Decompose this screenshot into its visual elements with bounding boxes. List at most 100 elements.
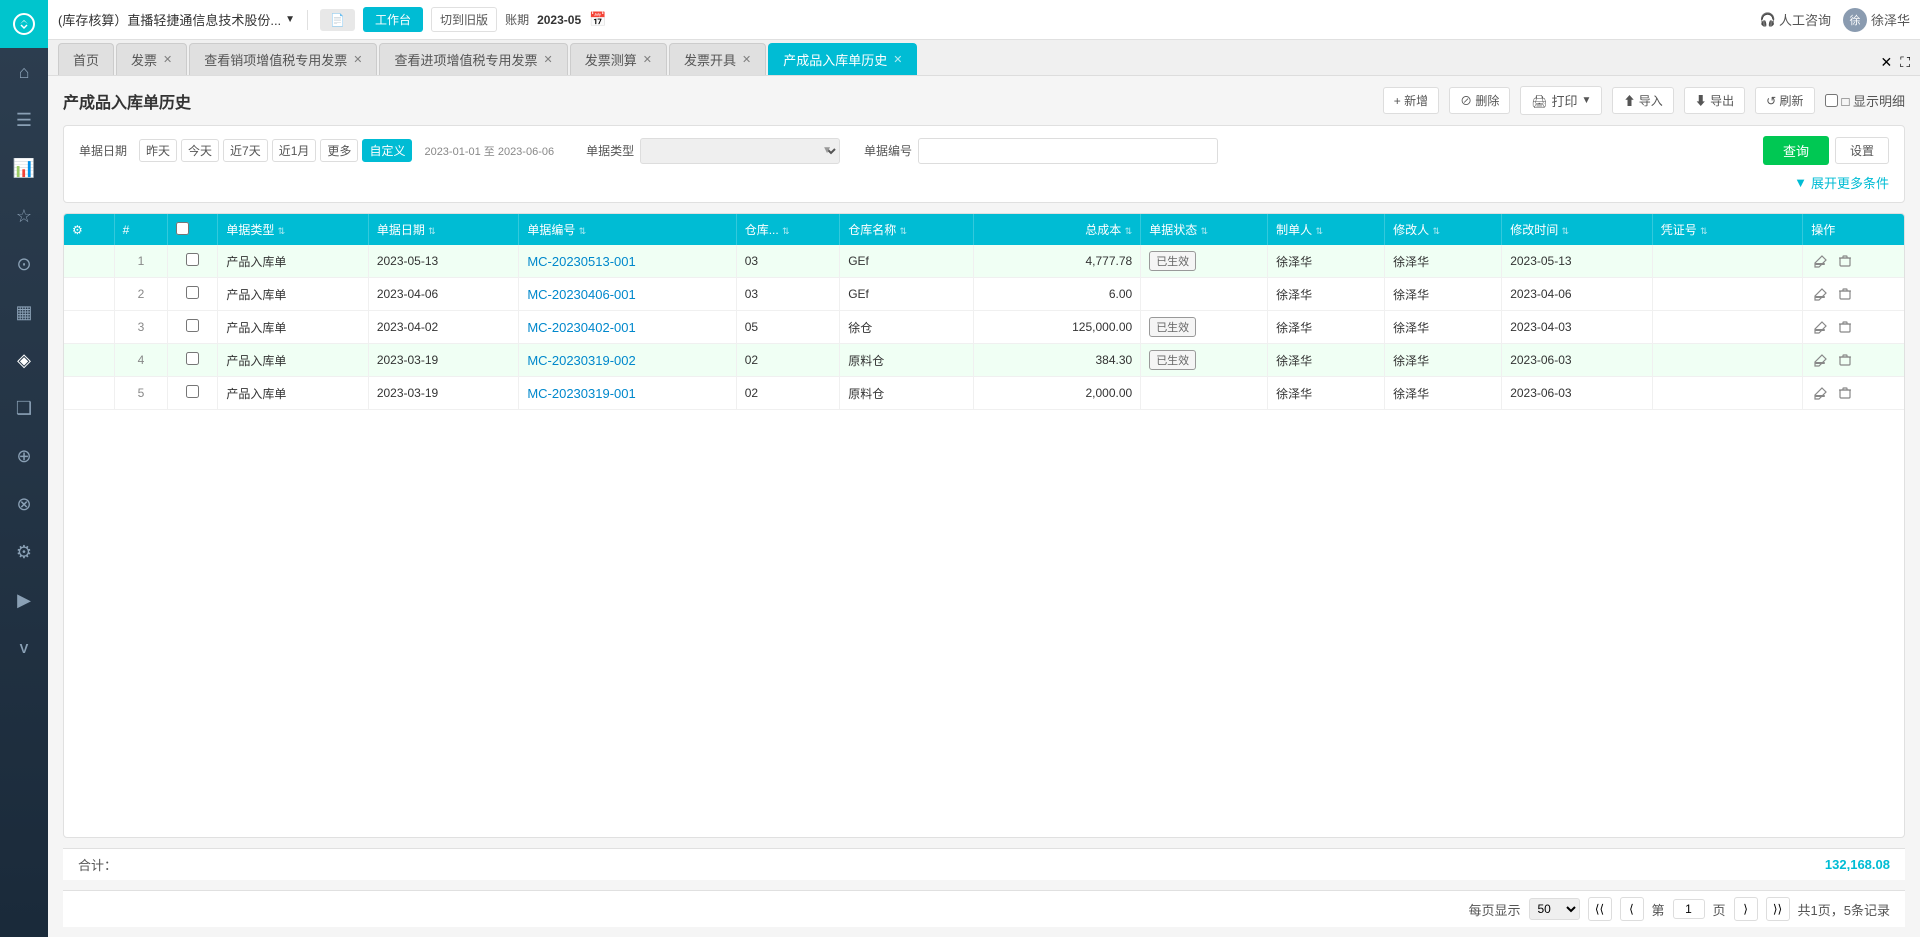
delete-icon[interactable] — [1835, 350, 1855, 370]
th-creator[interactable]: 制单人 ⇅ — [1268, 214, 1385, 245]
tab-calc[interactable]: 发票测算 ✕ — [570, 43, 667, 75]
tab-sales-invoice[interactable]: 查看销项增值税专用发票 ✕ — [189, 43, 377, 75]
code-link[interactable]: MC-20230402-001 — [527, 320, 635, 335]
cell-code[interactable]: MC-20230319-001 — [519, 377, 736, 410]
export-btn[interactable]: ⬇ 导出 — [1684, 87, 1745, 114]
delete-icon[interactable] — [1835, 317, 1855, 337]
prev-page-btn[interactable]: ⟨ — [1620, 897, 1644, 921]
cell-check[interactable] — [168, 377, 218, 410]
cell-code[interactable]: MC-20230319-002 — [519, 344, 736, 377]
code-input[interactable] — [918, 138, 1218, 164]
cell-check[interactable] — [168, 245, 218, 278]
tab-issue[interactable]: 发票开具 ✕ — [669, 43, 766, 75]
display-detail[interactable]: □ 显示明细 — [1825, 91, 1905, 110]
user-info[interactable]: 徐 徐泽华 — [1843, 8, 1910, 32]
edit-icon[interactable] — [1811, 317, 1831, 337]
first-page-btn[interactable]: ⟨⟨ — [1588, 897, 1612, 921]
delete-icon[interactable] — [1835, 251, 1855, 271]
sidebar-item-version[interactable]: V — [0, 624, 48, 672]
sidebar-item-chart[interactable]: 📊 — [0, 144, 48, 192]
th-voucher[interactable]: 凭证号 ⇅ — [1652, 214, 1803, 245]
th-code[interactable]: 单据编号 ⇅ — [519, 214, 736, 245]
refresh-btn[interactable]: ↺ 刷新 — [1755, 87, 1814, 114]
delete-icon[interactable] — [1835, 383, 1855, 403]
row-checkbox[interactable] — [186, 253, 199, 266]
row-checkbox[interactable] — [186, 286, 199, 299]
cell-code[interactable]: MC-20230406-001 — [519, 278, 736, 311]
print-btn[interactable]: 🖨 打印 ▼ — [1520, 86, 1602, 115]
th-warehouse-name[interactable]: 仓库名称 ⇅ — [840, 214, 974, 245]
sidebar-item-module4[interactable]: ❑ — [0, 384, 48, 432]
company-name[interactable]: (库存核算）直播轻捷通信息技术股份... ▼ — [58, 10, 295, 29]
th-warehouse-code[interactable]: 仓库... ⇅ — [736, 214, 839, 245]
delete-btn[interactable]: ⊘ 删除 — [1449, 87, 1510, 114]
expand-conditions-btn[interactable]: ▼ 展开更多条件 — [1794, 173, 1889, 192]
tab-close-invoice[interactable]: ✕ — [163, 53, 172, 66]
tab-close-sales[interactable]: ✕ — [353, 53, 362, 66]
more-btn[interactable]: 更多 — [320, 139, 358, 162]
sidebar-item-module3[interactable]: ◈ — [0, 336, 48, 384]
tab-close-purchase[interactable]: ✕ — [544, 53, 553, 66]
cell-check[interactable] — [168, 311, 218, 344]
tab-close-all-icon[interactable]: ✕ — [1880, 54, 1892, 71]
set-btn[interactable]: 设置 — [1835, 137, 1889, 164]
sidebar-item-module5[interactable]: ⊕ — [0, 432, 48, 480]
th-modifier[interactable]: 修改人 ⇅ — [1385, 214, 1502, 245]
switch-btn[interactable]: 切到旧版 — [431, 7, 497, 32]
tab-invoice[interactable]: 发票 ✕ — [116, 43, 187, 75]
th-date[interactable]: 单据日期 ⇅ — [368, 214, 519, 245]
tab-purchase-invoice[interactable]: 查看进项增值税专用发票 ✕ — [379, 43, 567, 75]
sidebar-item-module2[interactable]: ▦ — [0, 288, 48, 336]
tab-close-product-history[interactable]: ✕ — [893, 53, 902, 66]
new-btn[interactable]: + 新增 — [1383, 87, 1439, 114]
workbench-btn[interactable]: 工作台 — [363, 7, 423, 32]
calendar-icon[interactable]: 📅 — [589, 11, 606, 28]
tab-close-calc[interactable]: ✕ — [643, 53, 652, 66]
tab-close-issue[interactable]: ✕ — [742, 53, 751, 66]
cell-code[interactable]: MC-20230402-001 — [519, 311, 736, 344]
yesterday-btn[interactable]: 昨天 — [139, 139, 177, 162]
edit-icon[interactable] — [1811, 383, 1831, 403]
delete-icon[interactable] — [1835, 284, 1855, 304]
type-select[interactable]: 产品入库单 — [640, 138, 840, 164]
sidebar-item-play[interactable]: ▶ — [0, 576, 48, 624]
code-link[interactable]: MC-20230513-001 — [527, 254, 635, 269]
row-checkbox[interactable] — [186, 385, 199, 398]
next-page-btn[interactable]: ⟩ — [1734, 897, 1758, 921]
code-link[interactable]: MC-20230319-001 — [527, 386, 635, 401]
page-input[interactable] — [1673, 899, 1705, 919]
tab-product-history[interactable]: 产成品入库单历史 ✕ — [768, 43, 917, 75]
edit-icon[interactable] — [1811, 350, 1831, 370]
tab-home[interactable]: 首页 — [58, 43, 114, 75]
edit-icon[interactable] — [1811, 284, 1831, 304]
row-checkbox[interactable] — [186, 319, 199, 332]
sidebar-item-settings[interactable]: ⚙ — [0, 528, 48, 576]
doc-btn[interactable]: 📄 — [320, 9, 355, 31]
code-link[interactable]: MC-20230406-001 — [527, 287, 635, 302]
th-type[interactable]: 单据类型 ⇅ — [218, 214, 369, 245]
th-total[interactable]: 总成本 ⇅ — [973, 214, 1140, 245]
sidebar-item-star[interactable]: ☆ — [0, 192, 48, 240]
sidebar-item-menu[interactable]: ☰ — [0, 96, 48, 144]
tab-expand-icon[interactable]: ⛶ — [1900, 54, 1910, 71]
import-btn[interactable]: ⬆ 导入 — [1612, 87, 1673, 114]
today-btn[interactable]: 今天 — [181, 139, 219, 162]
cell-check[interactable] — [168, 344, 218, 377]
last7days-btn[interactable]: 近7天 — [223, 139, 268, 162]
th-settings[interactable]: ⚙ — [64, 214, 114, 245]
custom-btn[interactable]: 自定义 — [362, 139, 412, 162]
select-all-checkbox[interactable] — [176, 222, 189, 235]
query-btn[interactable]: 查询 — [1763, 136, 1829, 165]
code-link[interactable]: MC-20230319-002 — [527, 353, 635, 368]
cell-check[interactable] — [168, 278, 218, 311]
last-page-btn[interactable]: ⟩⟩ — [1766, 897, 1790, 921]
cell-code[interactable]: MC-20230513-001 — [519, 245, 736, 278]
help-btn[interactable]: 🎧 人工咨询 — [1760, 10, 1831, 29]
row-checkbox[interactable] — [186, 352, 199, 365]
th-mod-time[interactable]: 修改时间 ⇅ — [1502, 214, 1653, 245]
sidebar-item-module6[interactable]: ⊗ — [0, 480, 48, 528]
sidebar-item-module1[interactable]: ⊙ — [0, 240, 48, 288]
per-page-select[interactable]: 20 50 100 — [1529, 898, 1580, 920]
display-detail-checkbox[interactable] — [1825, 94, 1838, 107]
last1month-btn[interactable]: 近1月 — [272, 139, 317, 162]
